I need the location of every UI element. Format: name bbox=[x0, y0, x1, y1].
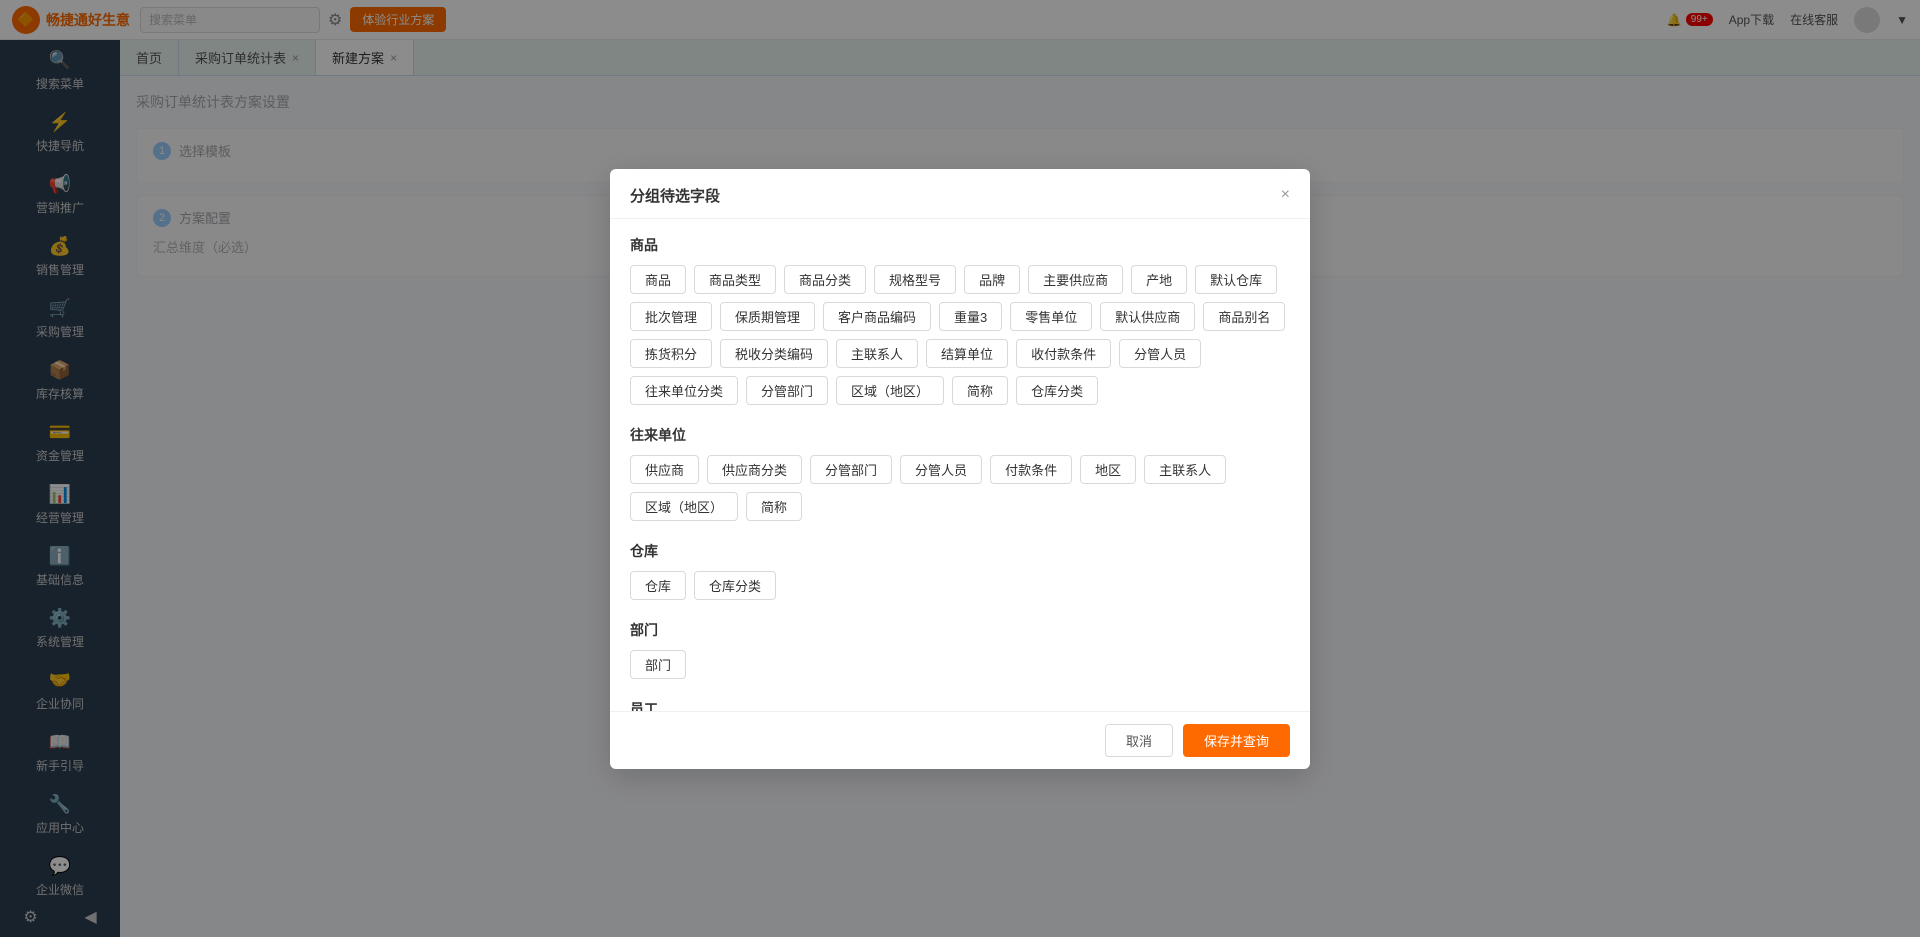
field-tag-拣货积分[interactable]: 拣货积分 bbox=[630, 339, 712, 368]
field-tag-往来单位分类[interactable]: 往来单位分类 bbox=[630, 376, 738, 405]
field-group-title: 往来单位 bbox=[630, 425, 1290, 445]
confirm-button[interactable]: 保存并查询 bbox=[1183, 724, 1290, 757]
field-tag-主联系人[interactable]: 主联系人 bbox=[1144, 455, 1226, 484]
field-group-商品: 商品商品商品类型商品分类规格型号品牌主要供应商产地默认仓库批次管理保质期管理客户… bbox=[630, 235, 1290, 405]
field-tags: 商品商品类型商品分类规格型号品牌主要供应商产地默认仓库批次管理保质期管理客户商品… bbox=[630, 265, 1290, 405]
field-tag-简称[interactable]: 简称 bbox=[952, 376, 1008, 405]
field-tag-品牌[interactable]: 品牌 bbox=[964, 265, 1020, 294]
field-group-title: 商品 bbox=[630, 235, 1290, 255]
field-tag-分管人员[interactable]: 分管人员 bbox=[900, 455, 982, 484]
field-tag-简称[interactable]: 简称 bbox=[746, 492, 802, 521]
modal-title: 分组待选字段 bbox=[630, 185, 720, 206]
field-group-员工: 员工业务员 bbox=[630, 699, 1290, 711]
field-tag-默认供应商[interactable]: 默认供应商 bbox=[1100, 302, 1195, 331]
field-group-部门: 部门部门 bbox=[630, 620, 1290, 679]
modal: 分组待选字段 × 商品商品商品类型商品分类规格型号品牌主要供应商产地默认仓库批次… bbox=[610, 169, 1310, 769]
modal-header: 分组待选字段 × bbox=[610, 169, 1310, 219]
field-tag-商品别名[interactable]: 商品别名 bbox=[1203, 302, 1285, 331]
field-tag-供应商分类[interactable]: 供应商分类 bbox=[707, 455, 802, 484]
modal-overlay: 分组待选字段 × 商品商品商品类型商品分类规格型号品牌主要供应商产地默认仓库批次… bbox=[0, 0, 1920, 937]
field-tag-规格型号[interactable]: 规格型号 bbox=[874, 265, 956, 294]
field-tag-批次管理[interactable]: 批次管理 bbox=[630, 302, 712, 331]
field-tag-商品分类[interactable]: 商品分类 bbox=[784, 265, 866, 294]
field-tag-分管部门[interactable]: 分管部门 bbox=[810, 455, 892, 484]
field-tags: 供应商供应商分类分管部门分管人员付款条件地区主联系人区域（地区） 简称 bbox=[630, 455, 1290, 521]
modal-footer: 取消 保存并查询 bbox=[610, 711, 1310, 769]
field-tag-保质期管理[interactable]: 保质期管理 bbox=[720, 302, 815, 331]
field-tag-付款条件[interactable]: 付款条件 bbox=[990, 455, 1072, 484]
field-tag-主要供应商[interactable]: 主要供应商 bbox=[1028, 265, 1123, 294]
field-tag-区域（地区）[interactable]: 区域（地区） bbox=[836, 376, 944, 405]
field-tag-收付款条件[interactable]: 收付款条件 bbox=[1016, 339, 1111, 368]
field-tag-分管部门[interactable]: 分管部门 bbox=[746, 376, 828, 405]
field-tag-税收分类编码[interactable]: 税收分类编码 bbox=[720, 339, 828, 368]
field-tag-默认仓库[interactable]: 默认仓库 bbox=[1195, 265, 1277, 294]
field-tag-部门[interactable]: 部门 bbox=[630, 650, 686, 679]
field-tag-分管人员[interactable]: 分管人员 bbox=[1119, 339, 1201, 368]
field-group-仓库: 仓库仓库仓库分类 bbox=[630, 541, 1290, 600]
field-tag-区域（地区）[interactable]: 区域（地区） bbox=[630, 492, 738, 521]
field-tags: 部门 bbox=[630, 650, 1290, 679]
field-tag-仓库分类[interactable]: 仓库分类 bbox=[694, 571, 776, 600]
cancel-button[interactable]: 取消 bbox=[1105, 724, 1173, 757]
field-group-title: 部门 bbox=[630, 620, 1290, 640]
field-tag-地区[interactable]: 地区 bbox=[1080, 455, 1136, 484]
field-tag-供应商[interactable]: 供应商 bbox=[630, 455, 699, 484]
field-tag-主联系人[interactable]: 主联系人 bbox=[836, 339, 918, 368]
modal-body: 商品商品商品类型商品分类规格型号品牌主要供应商产地默认仓库批次管理保质期管理客户… bbox=[610, 219, 1310, 711]
field-group-title: 仓库 bbox=[630, 541, 1290, 561]
modal-close-button[interactable]: × bbox=[1281, 186, 1290, 204]
field-tag-重量3[interactable]: 重量3 bbox=[939, 302, 1002, 331]
field-tags: 仓库仓库分类 bbox=[630, 571, 1290, 600]
field-tag-零售单位[interactable]: 零售单位 bbox=[1010, 302, 1092, 331]
field-tag-商品[interactable]: 商品 bbox=[630, 265, 686, 294]
field-tag-商品类型[interactable]: 商品类型 bbox=[694, 265, 776, 294]
field-tag-客户商品编码[interactable]: 客户商品编码 bbox=[823, 302, 931, 331]
field-tag-结算单位[interactable]: 结算单位 bbox=[926, 339, 1008, 368]
field-group-往来单位: 往来单位供应商供应商分类分管部门分管人员付款条件地区主联系人区域（地区） 简称 bbox=[630, 425, 1290, 521]
field-tag-产地[interactable]: 产地 bbox=[1131, 265, 1187, 294]
field-group-title: 员工 bbox=[630, 699, 1290, 711]
field-tag-仓库分类[interactable]: 仓库分类 bbox=[1016, 376, 1098, 405]
field-tag-仓库[interactable]: 仓库 bbox=[630, 571, 686, 600]
